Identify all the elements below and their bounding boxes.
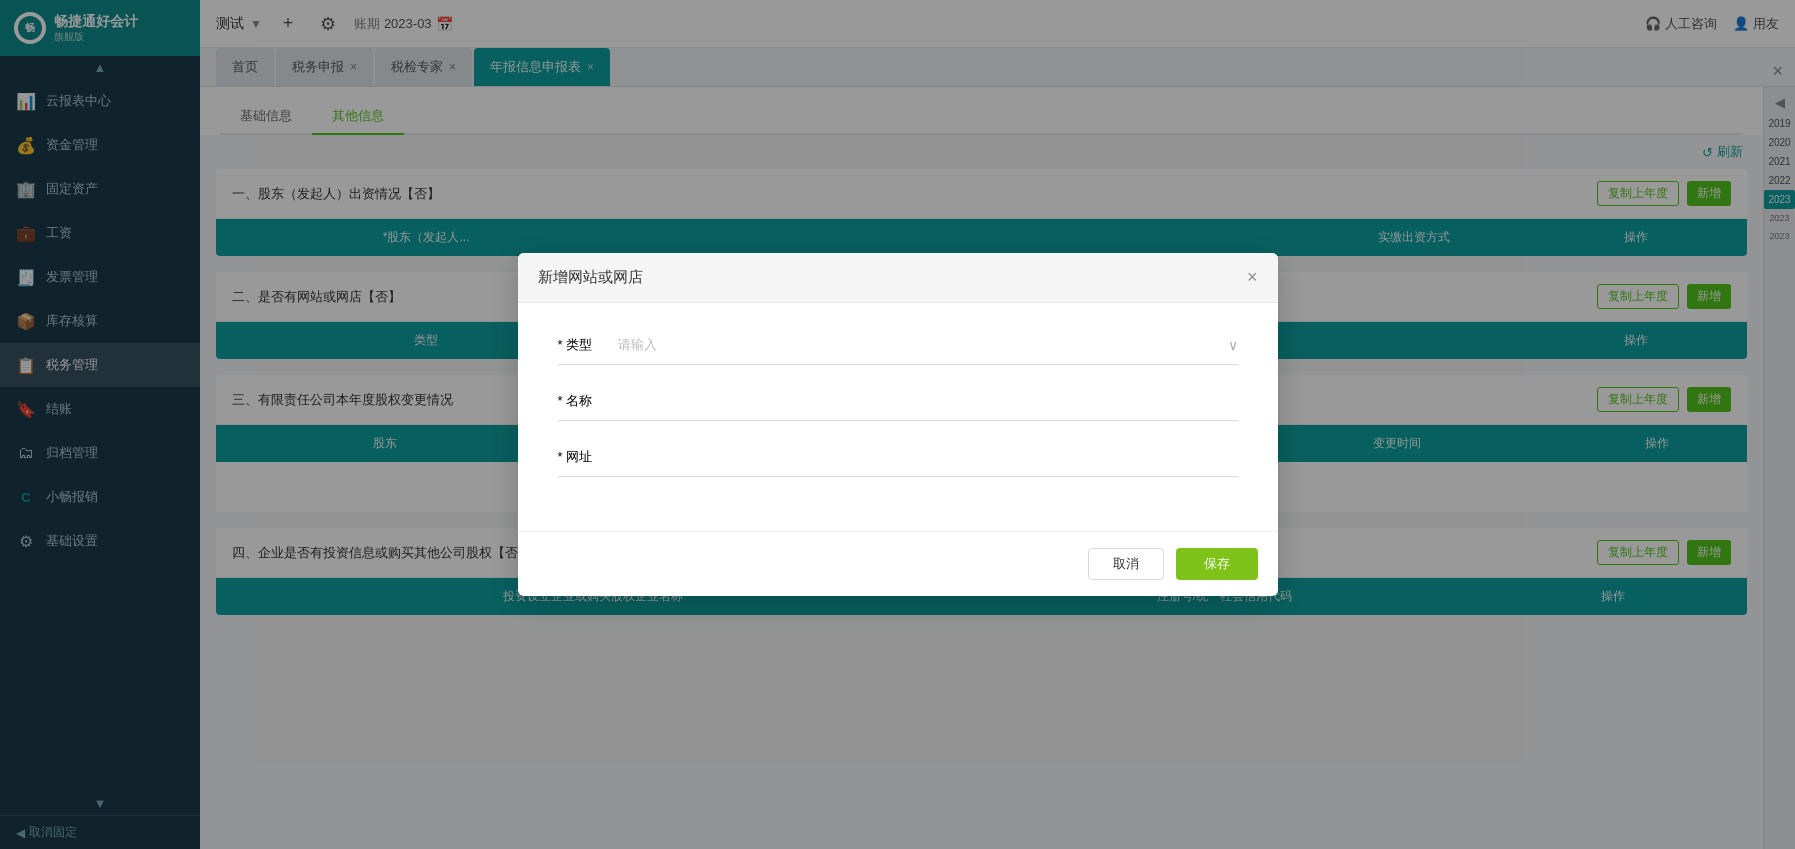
form-label-url: * 网址 xyxy=(558,448,618,466)
form-row-url: * 网址 xyxy=(558,445,1238,477)
required-marker-type: * xyxy=(558,337,563,352)
dialog-add-website: 新增网站或网店 × * 类型 ∨ * xyxy=(518,253,1278,596)
form-label-name: * 名称 xyxy=(558,392,618,410)
form-field-type: * 类型 ∨ xyxy=(558,333,1238,365)
form-row-name: * 名称 xyxy=(558,389,1238,421)
dropdown-icon-type[interactable]: ∨ xyxy=(1228,337,1238,353)
dialog-header: 新增网站或网店 × xyxy=(518,253,1278,303)
dialog-title: 新增网站或网店 xyxy=(538,268,643,287)
dialog-close-button[interactable]: × xyxy=(1247,267,1258,288)
label-type-text: 类型 xyxy=(566,337,592,352)
form-row-type: * 类型 ∨ xyxy=(558,333,1238,365)
form-field-name: * 名称 xyxy=(558,389,1238,421)
cancel-button[interactable]: 取消 xyxy=(1088,548,1164,580)
form-label-type: * 类型 xyxy=(558,336,618,354)
save-button[interactable]: 保存 xyxy=(1176,548,1258,580)
dialog-overlay[interactable]: 新增网站或网店 × * 类型 ∨ * xyxy=(0,0,1795,849)
dialog-footer: 取消 保存 xyxy=(518,531,1278,596)
required-marker-name: * xyxy=(558,393,563,408)
form-field-url: * 网址 xyxy=(558,445,1238,477)
required-marker-url: * xyxy=(558,449,563,464)
label-url-text: 网址 xyxy=(566,449,592,464)
label-name-text: 名称 xyxy=(566,393,592,408)
input-url[interactable] xyxy=(618,445,1238,468)
input-name[interactable] xyxy=(618,389,1238,412)
dialog-body: * 类型 ∨ * 名称 xyxy=(518,303,1278,531)
input-type[interactable] xyxy=(618,333,1228,356)
